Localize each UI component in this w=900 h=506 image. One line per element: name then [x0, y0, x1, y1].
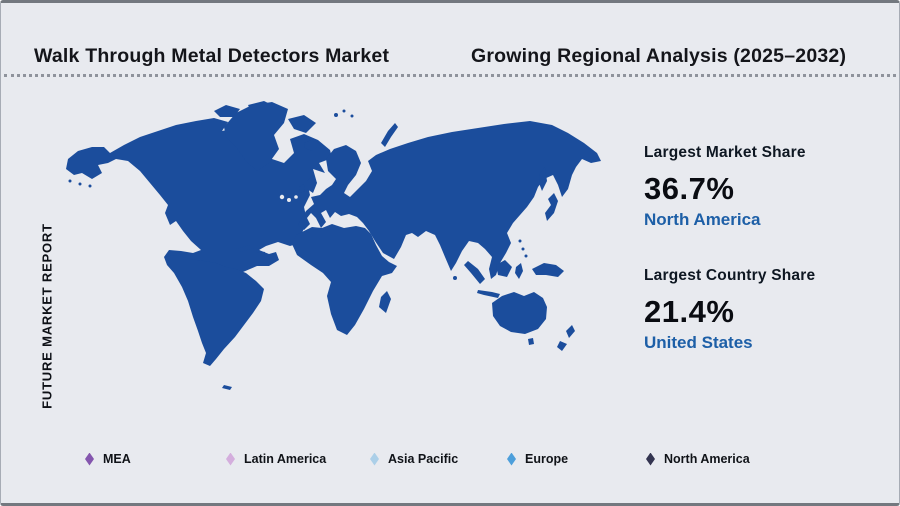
stat-country-share: Largest Country Share 21.4% United State…: [644, 267, 894, 353]
dotted-separator: [4, 74, 896, 77]
legend-label: Europe: [525, 452, 569, 466]
page-subtitle: Growing Regional Analysis (2025–2032): [471, 45, 847, 67]
stats-panel: Largest Market Share 36.7% North America…: [644, 144, 894, 353]
legend-item-latin-america: Latin America: [226, 450, 326, 468]
stat-value: 36.7%: [644, 171, 735, 206]
stat-region: North America: [644, 210, 761, 229]
diamond-marker-icon: [646, 452, 655, 466]
legend: MEA Latin America Asia Pacific Europe No…: [1, 450, 899, 470]
stat-label: Largest Market Share: [644, 144, 806, 161]
diamond-marker-icon: [85, 452, 94, 466]
diamond-marker-icon: [226, 452, 235, 466]
diamond-marker-icon: [507, 452, 516, 466]
world-map-land: [66, 101, 601, 390]
legend-item-north-america: North America: [646, 450, 750, 468]
diamond-marker-icon: [370, 452, 379, 466]
stat-value: 21.4%: [644, 294, 735, 329]
page-title: Walk Through Metal Detectors Market: [34, 45, 390, 67]
legend-label: Asia Pacific: [388, 452, 459, 466]
legend-label: MEA: [103, 452, 131, 466]
legend-label: Latin America: [244, 452, 327, 466]
stat-market-share: Largest Market Share 36.7% North America: [644, 144, 894, 230]
infographic-frame: Walk Through Metal Detectors Market Grow…: [0, 0, 900, 506]
legend-item-asia-pacific: Asia Pacific: [370, 450, 458, 468]
legend-label: North America: [664, 452, 750, 466]
stat-label: Largest Country Share: [644, 267, 816, 284]
world-map: [66, 101, 601, 390]
stat-region: United States: [644, 333, 753, 352]
brand-vertical-label: FUTURE MARKET REPORT: [39, 223, 55, 409]
legend-item-europe: Europe: [507, 450, 568, 468]
legend-item-mea: MEA: [85, 450, 131, 468]
